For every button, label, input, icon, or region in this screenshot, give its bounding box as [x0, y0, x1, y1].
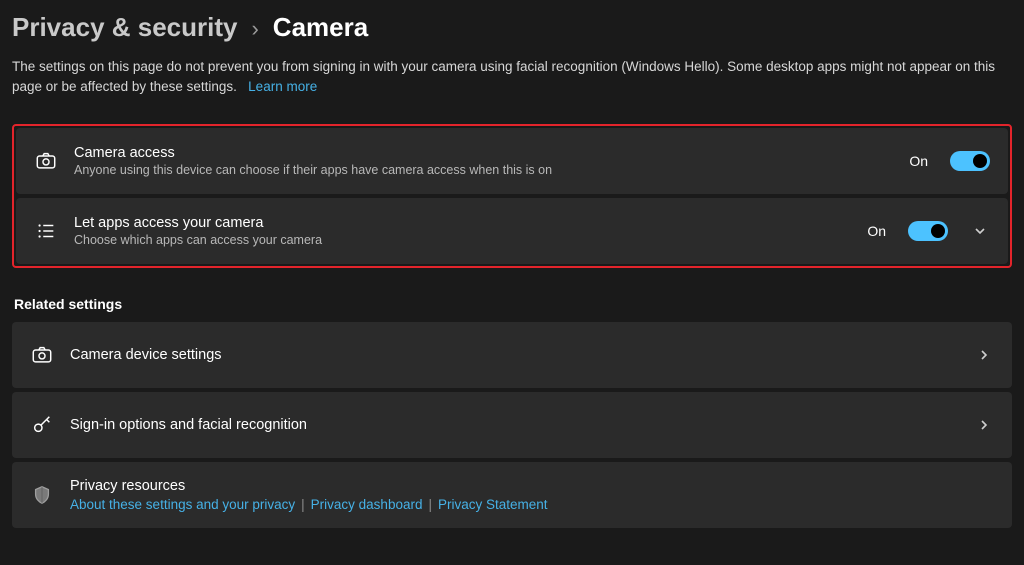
- chevron-right-icon: [978, 349, 994, 361]
- separator: |: [428, 497, 432, 512]
- related-row-privacy-resources: Privacy resources About these settings a…: [12, 462, 1012, 528]
- setting-subtitle: Choose which apps can access your camera: [74, 233, 851, 247]
- camera-icon: [30, 343, 54, 367]
- related-row-camera-device[interactable]: Camera device settings: [12, 322, 1012, 388]
- breadcrumb: Privacy & security › Camera: [12, 12, 1012, 43]
- privacy-about-link[interactable]: About these settings and your privacy: [70, 497, 295, 512]
- setting-row-let-apps[interactable]: Let apps access your camera Choose which…: [16, 198, 1008, 264]
- toggle-state-label: On: [867, 223, 886, 239]
- list-icon: [34, 219, 58, 243]
- let-apps-toggle[interactable]: [908, 221, 948, 241]
- chevron-down-icon[interactable]: [974, 225, 990, 237]
- highlighted-settings-group: Camera access Anyone using this device c…: [12, 124, 1012, 268]
- breadcrumb-parent[interactable]: Privacy & security: [12, 12, 237, 43]
- description-text: The settings on this page do not prevent…: [12, 59, 995, 94]
- related-settings-heading: Related settings: [14, 296, 1012, 312]
- privacy-statement-link[interactable]: Privacy Statement: [438, 497, 548, 512]
- setting-title: Camera access: [74, 145, 893, 161]
- key-icon: [30, 413, 54, 437]
- camera-access-toggle[interactable]: [950, 151, 990, 171]
- separator: |: [301, 497, 305, 512]
- related-row-signin[interactable]: Sign-in options and facial recognition: [12, 392, 1012, 458]
- setting-title: Let apps access your camera: [74, 215, 851, 231]
- toggle-state-label: On: [909, 153, 928, 169]
- related-title: Privacy resources: [70, 478, 994, 494]
- breadcrumb-current: Camera: [273, 12, 368, 43]
- shield-icon: [30, 483, 54, 507]
- setting-row-camera-access: Camera access Anyone using this device c…: [16, 128, 1008, 194]
- chevron-right-icon: [978, 419, 994, 431]
- camera-icon: [34, 149, 58, 173]
- related-settings-list: Camera device settings Sign-in options a…: [12, 322, 1012, 528]
- chevron-right-icon: ›: [251, 16, 258, 42]
- privacy-dashboard-link[interactable]: Privacy dashboard: [311, 497, 423, 512]
- page-description: The settings on this page do not prevent…: [12, 57, 1012, 96]
- related-title: Sign-in options and facial recognition: [70, 417, 952, 433]
- learn-more-link[interactable]: Learn more: [248, 79, 317, 94]
- related-title: Camera device settings: [70, 347, 952, 363]
- setting-subtitle: Anyone using this device can choose if t…: [74, 163, 893, 177]
